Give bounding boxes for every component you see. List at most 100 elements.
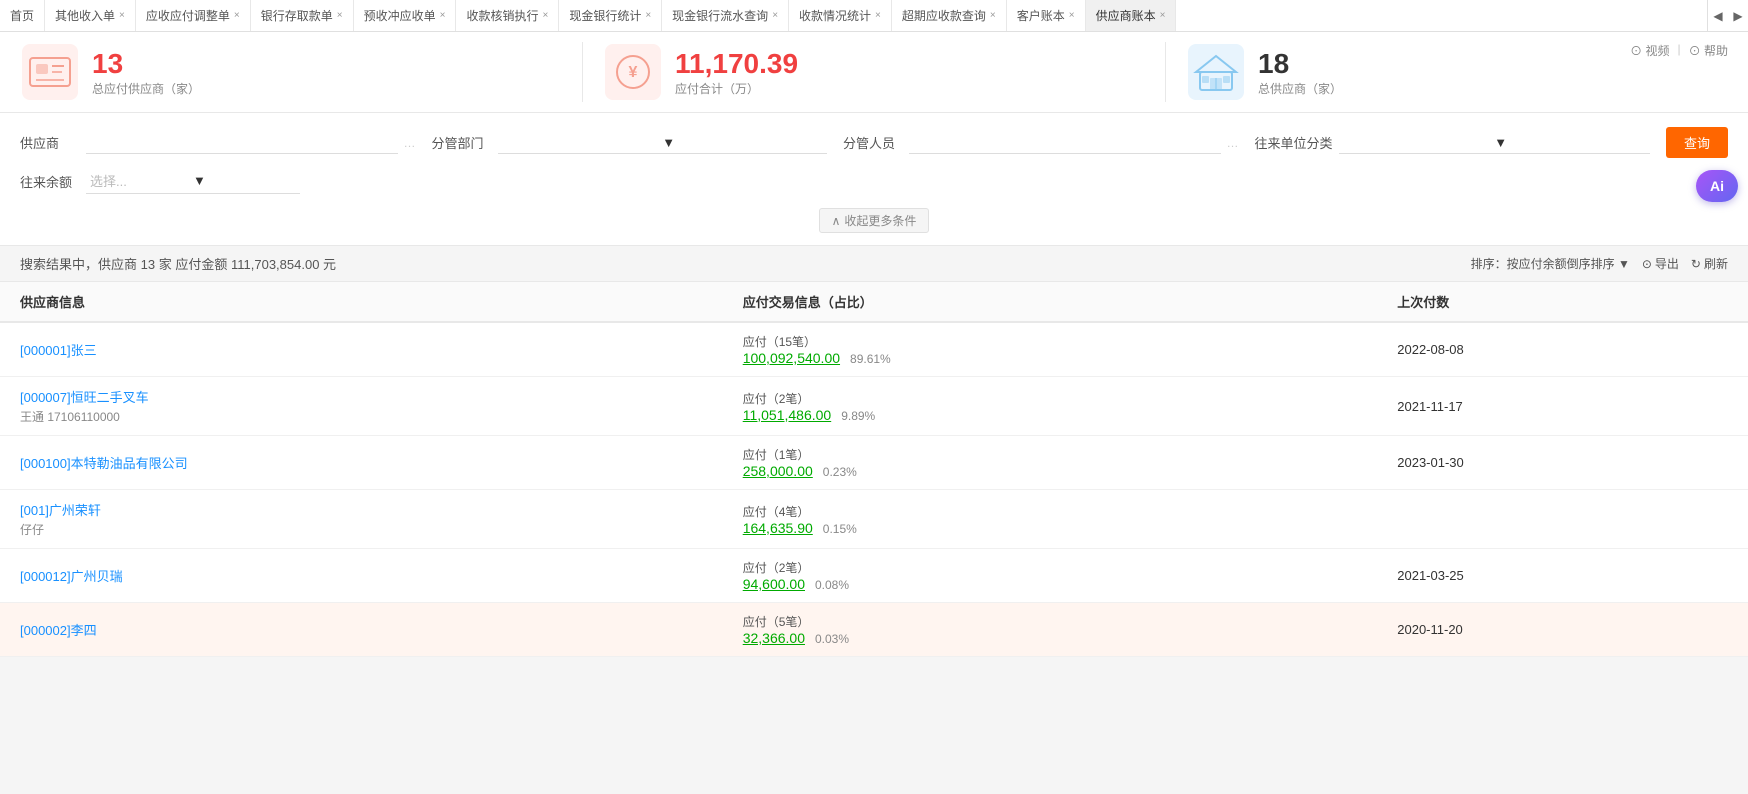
manager-label: 分管人员 — [843, 133, 903, 152]
supplier-link[interactable]: [000007]恒旺二手叉车 — [20, 390, 149, 405]
nav-tab-home[interactable]: 首页 — [0, 0, 45, 31]
balance-select[interactable]: 选择... ▼ — [86, 168, 300, 194]
ap-total-number: 11,170.39 — [675, 47, 798, 81]
tx-amount[interactable]: 94,600.00 — [743, 576, 805, 592]
balance-label: 往来余额 — [20, 172, 80, 191]
nav-tab-close[interactable]: × — [990, 10, 996, 21]
tx-percent: 0.08% — [815, 578, 849, 592]
nav-tab-close[interactable]: × — [337, 10, 343, 21]
tx-info-cell: 应付（5笔）32,366.000.03% — [723, 603, 1378, 657]
tx-amount[interactable]: 100,092,540.00 — [743, 350, 840, 366]
supplier-ellipsis: … — [404, 136, 416, 150]
last-pay-cell: 2021-03-25 — [1377, 549, 1748, 603]
ap-total-label: 应付合计（万） — [675, 80, 798, 97]
nav-tab-label: 预收冲应收单 — [364, 7, 436, 24]
supplier-input[interactable] — [86, 132, 398, 154]
nav-tab-ap-adjust[interactable]: 应收应付调整单 × — [136, 0, 251, 31]
nav-tab-collect-verify[interactable]: 收款核销执行 × — [456, 0, 559, 31]
supplier-link[interactable]: [000100]本特勒油品有限公司 — [20, 456, 188, 471]
ai-button[interactable]: Ai — [1696, 170, 1738, 202]
collapse-button[interactable]: ∧ 收起更多条件 — [819, 208, 930, 233]
nav-tab-advance-collect[interactable]: 预收冲应收单 × — [354, 0, 457, 31]
nav-tab-collect-stat[interactable]: 收款情况统计 × — [789, 0, 892, 31]
department-select[interactable]: ▼ — [498, 132, 828, 154]
supplier-info-cell: [000100]本特勒油品有限公司 — [0, 436, 723, 490]
export-link[interactable]: ⊙ 导出 — [1642, 255, 1679, 272]
search-area: 供应商 … 分管部门 ▼ 分管人员 … 往来单位分类 ▼ 查询 往来余额 — [0, 113, 1748, 246]
supplier-link[interactable]: [000001]张三 — [20, 343, 97, 358]
tx-label: 应付（2笔） — [743, 390, 1358, 407]
supplier-info-cell: [001]广州荣轩仔仔 — [0, 490, 723, 549]
manager-input[interactable] — [909, 132, 1221, 154]
nav-tab-overdue-query[interactable]: 超期应收款查询 × — [892, 0, 1007, 31]
supplier-link[interactable]: [000012]广州贝瑞 — [20, 569, 123, 584]
nav-tab-other-income[interactable]: 其他收入单 × — [45, 0, 136, 31]
stat-divider-1 — [582, 42, 583, 102]
tx-label: 应付（2笔） — [743, 559, 1358, 576]
tx-percent: 9.89% — [841, 409, 875, 423]
tx-label: 应付（1笔） — [743, 446, 1358, 463]
nav-tab-cash-bank-flow[interactable]: 现金银行流水查询 × — [662, 0, 789, 31]
refresh-link[interactable]: ↻ 刷新 — [1691, 255, 1728, 272]
result-amount: 111,703,854.00 — [231, 257, 319, 272]
tx-amount[interactable]: 258,000.00 — [743, 463, 813, 479]
nav-tab-close[interactable]: × — [772, 10, 778, 21]
tx-info-cell: 应付（2笔）94,600.00 0.08% — [723, 549, 1378, 603]
supplier-label: 供应商 — [20, 133, 80, 152]
help-link[interactable]: ⊙ 帮助 — [1689, 42, 1728, 59]
supplier-table: 供应商信息 应付交易信息（占比） 上次付数 [000001]张三应付（15笔）1… — [0, 282, 1748, 657]
sort-text: 排序：按应付余额倒序排序 — [1471, 257, 1615, 271]
sort-label: 排序：按应付余额倒序排序 ▼ — [1471, 255, 1630, 272]
nav-tab-close[interactable]: × — [875, 10, 881, 21]
nav-arrow-left[interactable]: ◀ — [1708, 0, 1728, 32]
table-row: [000012]广州贝瑞 应付（2笔）94,600.00 0.08% 2021-03-… — [0, 549, 1748, 603]
tx-amount[interactable]: 32,366.00 — [743, 630, 805, 646]
result-actions: 排序：按应付余额倒序排序 ▼ ⊙ 导出 ↻ 刷新 — [1471, 255, 1728, 272]
nav-tab-close[interactable]: × — [234, 10, 240, 21]
nav-tab-close[interactable]: × — [1069, 10, 1075, 21]
nav-arrows: ◀ ▶ — [1707, 0, 1748, 32]
nav-arrow-right[interactable]: ▶ — [1728, 0, 1748, 32]
supplier-field: 供应商 … — [20, 132, 416, 154]
supplier-link[interactable]: [000002]李四 — [20, 623, 97, 638]
stat-text-ap-suppliers: 13 总应付供应商（家） — [92, 47, 200, 98]
tx-label: 应付（15笔） — [743, 333, 1358, 350]
supplier-link[interactable]: [001]广州荣轩 — [20, 503, 101, 518]
balance-value: 选择... — [90, 171, 193, 190]
video-link[interactable]: ⊙ 视频 — [1630, 42, 1669, 59]
nav-tab-close[interactable]: × — [645, 10, 651, 21]
nav-tab-close[interactable]: × — [542, 10, 548, 21]
refresh-label: 刷新 — [1704, 255, 1728, 272]
stat-text-ap-total: 11,170.39 应付合计（万） — [675, 47, 798, 98]
manager-ellipsis: … — [1227, 136, 1239, 150]
supplier-info-cell: [000012]广州贝瑞 — [0, 549, 723, 603]
collapse-row: ∧ 收起更多条件 — [20, 204, 1728, 237]
col-tx-info: 应付交易信息（占比） — [723, 282, 1378, 322]
stat-divider-2 — [1165, 42, 1166, 102]
category-select[interactable]: ▼ — [1339, 132, 1650, 154]
nav-tab-close[interactable]: × — [119, 10, 125, 21]
nav-tab-close[interactable]: × — [1160, 10, 1166, 21]
chevron-down-icon: ▼ — [662, 135, 823, 150]
nav-tab-customer-account[interactable]: 客户账本 × — [1007, 0, 1086, 31]
nav-tab-bank-deposit[interactable]: 银行存取款单 × — [251, 0, 354, 31]
tx-amount[interactable]: 164,635.90 — [743, 520, 813, 536]
nav-tab-close[interactable]: × — [440, 10, 446, 21]
stat-block-ap-total: ¥ 11,170.39 应付合计（万） — [603, 42, 1145, 102]
tx-info-cell: 应付（2笔）11,051,486.00 9.89% — [723, 377, 1378, 436]
header-links: ⊙ 视频 | ⊙ 帮助 — [1630, 42, 1728, 59]
nav-tab-cash-bank-stat[interactable]: 现金银行统计 × — [559, 0, 662, 31]
svg-text:¥: ¥ — [629, 64, 638, 81]
tx-amount[interactable]: 11,051,486.00 — [743, 407, 832, 423]
nav-tab-label: 供应商账本 — [1096, 7, 1156, 24]
result-info: 搜索结果中，供应商 13 家 应付金额 111,703,854.00 元 — [20, 254, 336, 273]
tx-percent: 0.03% — [815, 632, 849, 646]
table-header-row: 供应商信息 应付交易信息（占比） 上次付数 — [0, 282, 1748, 322]
supplier-sub-info: 仔仔 — [20, 521, 703, 538]
supplier-info-cell: [000002]李四 — [0, 603, 723, 657]
nav-tab-label: 现金银行统计 — [569, 7, 641, 24]
query-button[interactable]: 查询 — [1666, 127, 1728, 158]
col-supplier-info: 供应商信息 — [0, 282, 723, 322]
nav-tab-supplier-account[interactable]: 供应商账本 × — [1086, 0, 1177, 31]
supplier-info-cell: [000007]恒旺二手叉车王通 17106110000 — [0, 377, 723, 436]
